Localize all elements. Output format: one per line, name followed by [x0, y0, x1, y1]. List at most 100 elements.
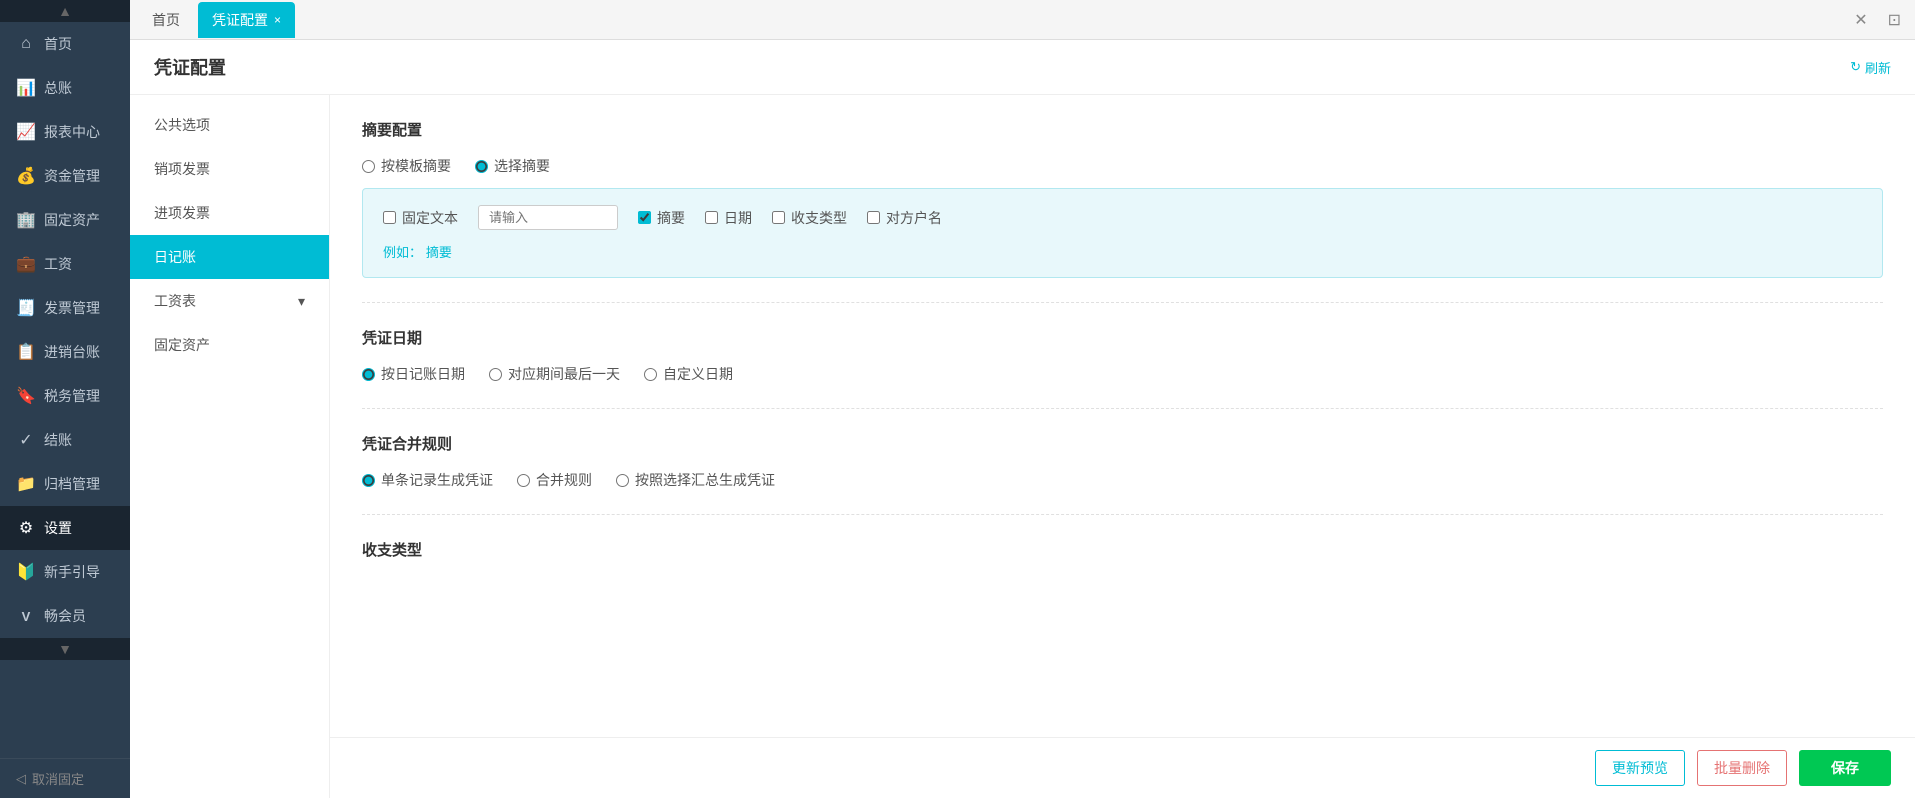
merge-radio-select-merge-label: 按照选择汇总生成凭证 [635, 470, 775, 490]
sidebar-item-archive[interactable]: 📁 归档管理 [0, 462, 130, 506]
checkbox-fixed-text[interactable]: 固定文本 [383, 208, 458, 228]
checkbox-fixed-text-input[interactable] [383, 211, 396, 224]
assets-icon: 🏢 [16, 210, 36, 230]
left-nav-journal[interactable]: 日记账 [130, 235, 329, 279]
merge-rules-title: 凭证合并规则 [362, 433, 1883, 454]
merge-radio-merge-input[interactable] [517, 474, 530, 487]
left-nav-purchase-invoice-label: 进项发票 [154, 203, 210, 223]
update-preview-button[interactable]: 更新预览 [1595, 750, 1685, 786]
tab-close-icon[interactable]: × [274, 13, 281, 27]
checkbox-fixed-text-label: 固定文本 [402, 208, 458, 228]
left-nav-fixed-assets[interactable]: 固定资产 [130, 323, 329, 367]
checkbox-counter-name[interactable]: 对方户名 [867, 208, 942, 228]
summary-radio-template-label: 按模板摘要 [381, 156, 451, 176]
voucher-date-journal-label: 按日记账日期 [381, 364, 465, 384]
left-nav-public-label: 公共选项 [154, 115, 210, 135]
refresh-icon: ↻ [1850, 59, 1861, 75]
merge-radio-merge[interactable]: 合并规则 [517, 470, 592, 490]
bottom-action-bar: 更新预览 批量删除 保存 [330, 737, 1915, 798]
sidebar-scroll-down[interactable]: ▼ [0, 638, 130, 660]
closing-icon: ✓ [16, 430, 36, 450]
payroll-icon: 💼 [16, 254, 36, 274]
merge-radio-select-merge-input[interactable] [616, 474, 629, 487]
tab-voucher-config[interactable]: 凭证配置 × [198, 2, 295, 38]
summary-radio-select-input[interactable] [475, 160, 488, 173]
merge-radio-single[interactable]: 单条记录生成凭证 [362, 470, 493, 490]
sidebar-item-vip[interactable]: V 畅会员 [0, 594, 130, 638]
window-restore-button[interactable]: ⊡ [1882, 8, 1907, 32]
sidebar-label-funds: 资金管理 [44, 166, 100, 186]
sidebar-item-tax[interactable]: 🔖 税务管理 [0, 374, 130, 418]
sidebar-item-home[interactable]: ⌂ 首页 [0, 22, 130, 66]
summary-radio-select-label: 选择摘要 [494, 156, 550, 176]
checkbox-income-type[interactable]: 收支类型 [772, 208, 847, 228]
save-button[interactable]: 保存 [1799, 750, 1891, 786]
summary-radio-template-input[interactable] [362, 160, 375, 173]
sidebar-item-closing[interactable]: ✓ 结账 [0, 418, 130, 462]
refresh-button[interactable]: ↻ 刷新 [1850, 58, 1891, 77]
summary-radio-template[interactable]: 按模板摘要 [362, 156, 451, 176]
sidebar-item-payroll[interactable]: 💼 工资 [0, 242, 130, 286]
tax-icon: 🔖 [16, 386, 36, 406]
left-nav-journal-label: 日记账 [154, 247, 196, 267]
page-header: 凭证配置 ↻ 刷新 [130, 40, 1915, 95]
sidebar-item-settings[interactable]: ⚙ 设置 [0, 506, 130, 550]
merge-radio-single-label: 单条记录生成凭证 [381, 470, 493, 490]
sidebar-label-assets: 固定资产 [44, 210, 100, 230]
sidebar-item-funds[interactable]: 💰 资金管理 [0, 154, 130, 198]
sidebar-item-reports[interactable]: 📈 报表中心 [0, 110, 130, 154]
voucher-date-radio-group: 按日记账日期 对应期间最后一天 自定义日期 [362, 364, 1883, 384]
sidebar-label-tax: 税务管理 [44, 386, 100, 406]
window-close-button[interactable]: ✕ [1848, 8, 1873, 32]
voucher-date-custom-input[interactable] [644, 368, 657, 381]
purchase-sales-icon: 📋 [16, 342, 36, 362]
refresh-label: 刷新 [1865, 58, 1891, 77]
left-nav-purchase-invoice[interactable]: 进项发票 [130, 191, 329, 235]
checkbox-summary[interactable]: 摘要 [638, 208, 685, 228]
summary-config-box: 固定文本 摘要 日期 收支类型 [362, 188, 1883, 278]
checkbox-summary-input[interactable] [638, 211, 651, 224]
left-nav-sales-invoice[interactable]: 销项发票 [130, 147, 329, 191]
sidebar-label-purchase-sales: 进销台账 [44, 342, 100, 362]
vip-icon: V [16, 609, 36, 624]
sidebar-item-purchase-sales[interactable]: 📋 进销台账 [0, 330, 130, 374]
tab-home[interactable]: 首页 [138, 2, 194, 38]
sidebar-item-ledger[interactable]: 📊 总账 [0, 66, 130, 110]
left-nav-sales-invoice-label: 销项发票 [154, 159, 210, 179]
sidebar-label-archive: 归档管理 [44, 474, 100, 494]
left-nav-fixed-assets-label: 固定资产 [154, 335, 210, 355]
checkbox-counter-name-input[interactable] [867, 211, 880, 224]
checkbox-income-type-input[interactable] [772, 211, 785, 224]
checkbox-date-input[interactable] [705, 211, 718, 224]
voucher-date-last-due-input[interactable] [489, 368, 502, 381]
voucher-date-title: 凭证日期 [362, 327, 1883, 348]
home-icon: ⌂ [16, 35, 36, 53]
voucher-date-radio-custom[interactable]: 自定义日期 [644, 364, 733, 384]
funds-icon: 💰 [16, 166, 36, 186]
sidebar-scroll-up[interactable]: ▲ [0, 0, 130, 22]
cancel-pin-button[interactable]: ◁ 取消固定 [0, 758, 130, 798]
voucher-date-custom-label: 自定义日期 [663, 364, 733, 384]
ledger-icon: 📊 [16, 78, 36, 98]
voucher-date-radio-journal[interactable]: 按日记账日期 [362, 364, 465, 384]
left-nav-public[interactable]: 公共选项 [130, 103, 329, 147]
merge-radio-single-input[interactable] [362, 474, 375, 487]
summary-config-title: 摘要配置 [362, 119, 1883, 140]
chevron-down-icon: ▾ [298, 293, 305, 310]
checkbox-date[interactable]: 日期 [705, 208, 752, 228]
merge-radio-select-merge[interactable]: 按照选择汇总生成凭证 [616, 470, 775, 490]
batch-delete-button[interactable]: 批量删除 [1697, 750, 1787, 786]
checkbox-income-type-label: 收支类型 [791, 208, 847, 228]
voucher-date-journal-input[interactable] [362, 368, 375, 381]
summary-radio-select[interactable]: 选择摘要 [475, 156, 550, 176]
fixed-text-input[interactable] [478, 205, 618, 230]
voucher-date-radio-last-due[interactable]: 对应期间最后一天 [489, 364, 620, 384]
sidebar-item-assets[interactable]: 🏢 固定资产 [0, 198, 130, 242]
summary-config-section: 摘要配置 按模板摘要 选择摘要 固定文本 [362, 119, 1883, 303]
example-value: 摘要 [426, 245, 452, 260]
sidebar-item-invoice-mgmt[interactable]: 🧾 发票管理 [0, 286, 130, 330]
sidebar-item-guide[interactable]: 🔰 新手引导 [0, 550, 130, 594]
left-nav-payroll-table[interactable]: 工资表 ▾ [130, 279, 329, 323]
content-area: 公共选项 销项发票 进项发票 日记账 工资表 ▾ 固定资产 摘要配置 [130, 95, 1915, 798]
left-nav: 公共选项 销项发票 进项发票 日记账 工资表 ▾ 固定资产 [130, 95, 330, 798]
